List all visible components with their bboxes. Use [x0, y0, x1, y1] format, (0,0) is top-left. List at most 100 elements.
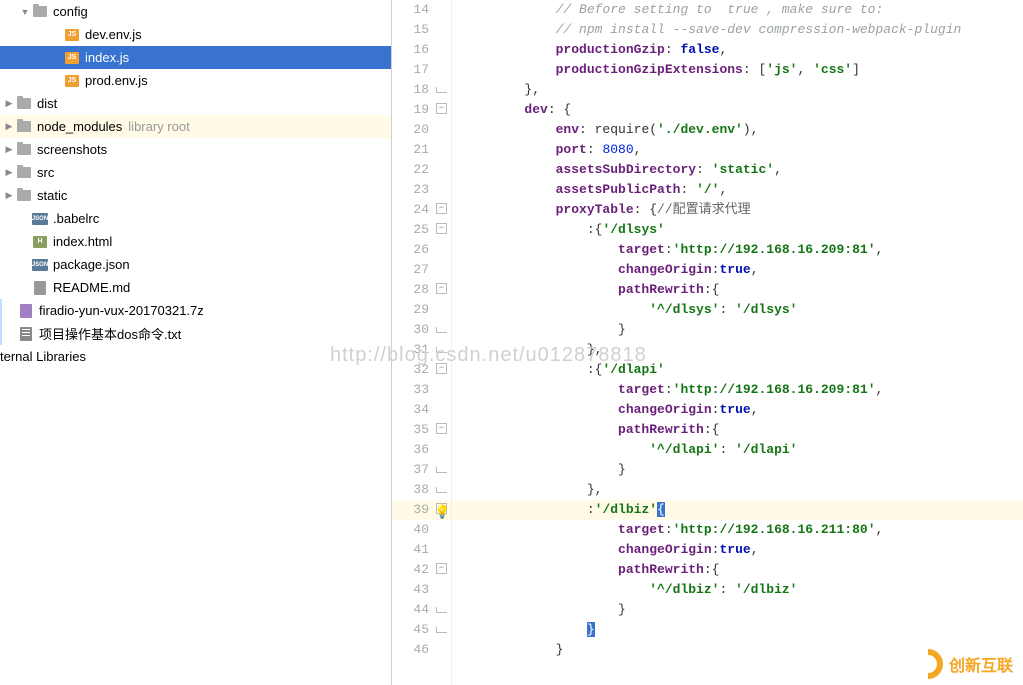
code-line[interactable]: }	[452, 320, 1023, 340]
folder-src[interactable]: ▶src	[0, 161, 391, 184]
code-line[interactable]: env: require('./dev.env'),	[452, 120, 1023, 140]
folder-dist[interactable]: ▶dist	[0, 92, 391, 115]
text-file-icon	[18, 326, 34, 342]
code-line[interactable]: productionGzip: false,	[452, 40, 1023, 60]
fold-toggle-icon[interactable]: −	[436, 563, 447, 574]
code-line[interactable]: changeOrigin:true,	[452, 260, 1023, 280]
gutter-line: 40	[392, 520, 451, 540]
chevron-right-icon[interactable]: ▶	[2, 120, 16, 134]
chevron-right-icon[interactable]: ▶	[2, 97, 16, 111]
gutter-line: 23	[392, 180, 451, 200]
file-dev.env.js[interactable]: ▶JSdev.env.js	[0, 23, 391, 46]
code-line[interactable]: :{'/dlsys'	[452, 220, 1023, 240]
file-firadio-yun-vux-20170321.7z[interactable]: ▶firadio-yun-vux-20170321.7z	[0, 299, 391, 322]
code-line[interactable]: pathRewrith:{	[452, 280, 1023, 300]
folder-config[interactable]: ▼config	[0, 0, 391, 23]
folder-icon	[16, 142, 32, 158]
code-area[interactable]: 💡 // Before setting to true , make sure …	[452, 0, 1023, 685]
fold-toggle-icon[interactable]: −	[436, 363, 447, 374]
code-line[interactable]: },	[452, 80, 1023, 100]
code-line[interactable]: changeOrigin:true,	[452, 540, 1023, 560]
gutter-line: 27	[392, 260, 451, 280]
code-line[interactable]: dev: {	[452, 100, 1023, 120]
fold-end-icon	[436, 607, 447, 613]
folder-node-modules[interactable]: ▶node_moduleslibrary root	[0, 115, 391, 138]
gutter-line: 36	[392, 440, 451, 460]
gutter-line: 30	[392, 320, 451, 340]
code-line[interactable]: changeOrigin:true,	[452, 400, 1023, 420]
fold-end-icon	[436, 327, 447, 333]
tree-item-label: static	[37, 188, 67, 203]
code-line[interactable]: proxyTable: {//配置请求代理	[452, 200, 1023, 220]
brand-logo: 创新互联	[903, 643, 1023, 685]
code-line[interactable]: '^/dlsys': '/dlsys'	[452, 300, 1023, 320]
chevron-right-icon[interactable]: ▶	[2, 166, 16, 180]
folder-icon	[16, 119, 32, 135]
gutter-line: 15	[392, 20, 451, 40]
code-line[interactable]: target:'http://192.168.16.211:80',	[452, 520, 1023, 540]
fold-toggle-icon[interactable]: −	[436, 423, 447, 434]
fold-end-icon	[436, 467, 447, 473]
code-line[interactable]: productionGzipExtensions: ['js', 'css']	[452, 60, 1023, 80]
code-line[interactable]: assetsSubDirectory: 'static',	[452, 160, 1023, 180]
folder-static[interactable]: ▶ static	[0, 184, 391, 207]
file-项目操作基本dos命令.txt[interactable]: ▶项目操作基本dos命令.txt	[0, 322, 391, 345]
gutter-line: 43	[392, 580, 451, 600]
code-line[interactable]: }	[452, 600, 1023, 620]
folder-screenshots[interactable]: ▶ screenshots	[0, 138, 391, 161]
js-file-icon: JS	[64, 27, 80, 43]
code-line[interactable]: },	[452, 480, 1023, 500]
code-line[interactable]: target:'http://192.168.16.209:81',	[452, 380, 1023, 400]
file-index.html[interactable]: ▶Hindex.html	[0, 230, 391, 253]
fold-toggle-icon[interactable]: −	[436, 103, 447, 114]
file-index.js[interactable]: ▶JSindex.js	[0, 46, 391, 69]
file-package.json[interactable]: ▶JSONpackage.json	[0, 253, 391, 276]
gutter-line: 34	[392, 400, 451, 420]
code-editor[interactable]: 1415161718 19−2021222324−25−262728−2930 …	[392, 0, 1023, 685]
lightbulb-icon[interactable]: 💡	[434, 503, 450, 523]
tree-item-label: README.md	[53, 280, 130, 295]
gutter-line: 38	[392, 480, 451, 500]
gutter-line: 31	[392, 340, 451, 360]
project-tree[interactable]: ▼config▶JSdev.env.js▶JSindex.js▶JSprod.e…	[0, 0, 392, 685]
code-line[interactable]: port: 8080,	[452, 140, 1023, 160]
code-line[interactable]: }	[452, 620, 1023, 640]
code-line[interactable]: // Before setting to true , make sure to…	[452, 0, 1023, 20]
code-line[interactable]: '^/dlapi': '/dlapi'	[452, 440, 1023, 460]
gutter-line: 17	[392, 60, 451, 80]
fold-end-icon	[436, 487, 447, 493]
html-file-icon: H	[32, 234, 48, 250]
tree-item-label: 项目操作基本dos命令.txt	[39, 324, 181, 343]
tree-item-label: screenshots	[37, 142, 107, 157]
fold-toggle-icon[interactable]: −	[436, 203, 447, 214]
code-line[interactable]: pathRewrith:{	[452, 420, 1023, 440]
code-line[interactable]: target:'http://192.168.16.209:81',	[452, 240, 1023, 260]
tree-item-label: prod.env.js	[85, 73, 148, 88]
external-libraries[interactable]: ternal Libraries	[0, 345, 391, 368]
gutter-line: 16	[392, 40, 451, 60]
gutter-line: 46	[392, 640, 451, 660]
gutter-line: 37	[392, 460, 451, 480]
json-file-icon: JSON	[32, 211, 48, 227]
gutter-line: 29	[392, 300, 451, 320]
fold-end-icon	[436, 627, 447, 633]
fold-end-icon	[436, 347, 447, 353]
chevron-down-icon[interactable]: ▼	[18, 5, 32, 19]
code-line[interactable]: },	[452, 340, 1023, 360]
fold-toggle-icon[interactable]: −	[436, 223, 447, 234]
code-line[interactable]: :{'/dlapi'	[452, 360, 1023, 380]
brand-logo-text: 创新互联	[949, 652, 1013, 676]
file-README.md[interactable]: ▶README.md	[0, 276, 391, 299]
folder-icon	[32, 4, 48, 20]
code-line[interactable]: pathRewrith:{	[452, 560, 1023, 580]
chevron-right-icon[interactable]: ▶	[2, 143, 16, 157]
file-prod.env.js[interactable]: ▶JSprod.env.js	[0, 69, 391, 92]
code-line[interactable]: '^/dlbiz': '/dlbiz'	[452, 580, 1023, 600]
fold-toggle-icon[interactable]: −	[436, 283, 447, 294]
code-line[interactable]: :'/dlbiz'{	[452, 500, 1023, 520]
code-line[interactable]: assetsPublicPath: '/',	[452, 180, 1023, 200]
code-line[interactable]: }	[452, 460, 1023, 480]
code-line[interactable]: // npm install --save-dev compression-we…	[452, 20, 1023, 40]
file-.babelrc[interactable]: ▶JSON.babelrc	[0, 207, 391, 230]
chevron-right-icon[interactable]: ▶	[2, 189, 16, 203]
